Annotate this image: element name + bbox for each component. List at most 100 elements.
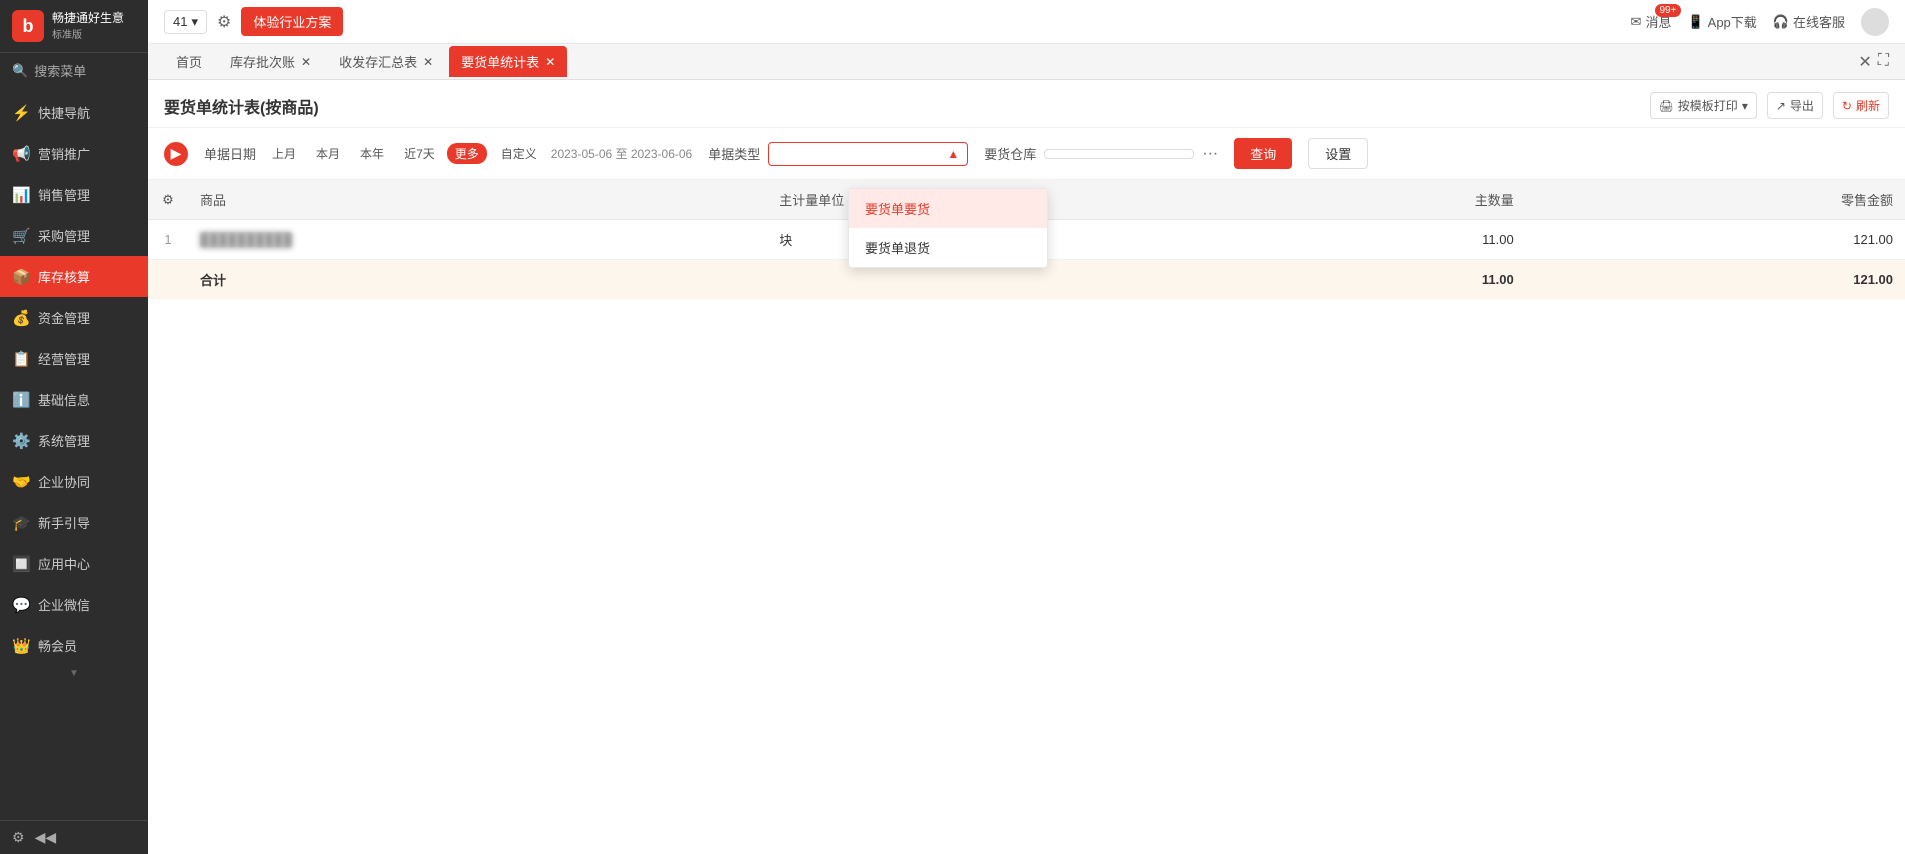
printer-icon: 🖨 bbox=[1659, 99, 1674, 113]
export-button[interactable]: ↗ 导出 bbox=[1767, 92, 1823, 119]
sidebar-item-基础信息[interactable]: ℹ️ 基础信息 bbox=[0, 379, 148, 420]
sidebar-bottom: ⚙ ◀◀ bbox=[0, 820, 148, 854]
messages-button[interactable]: ✉ 消息 99+ bbox=[1631, 12, 1672, 31]
print-label: 按模板打印 bbox=[1678, 97, 1738, 114]
main-area: 41 ▾ ⚙ 体验行业方案 ✉ 消息 99+ 📱 App下载 🎧 在线客服 bbox=[148, 0, 1905, 854]
warehouse-filter-group: 要货仓库 ··· bbox=[984, 144, 1218, 163]
restore-tab-action[interactable]: ⛶ bbox=[1878, 52, 1889, 72]
branch-selector[interactable]: 41 ▾ bbox=[164, 10, 207, 34]
tabs-actions: ✕ ⛶ bbox=[1858, 52, 1889, 72]
inventory-icon: 📦 bbox=[12, 268, 30, 286]
more-filters-icon[interactable]: ··· bbox=[1202, 145, 1218, 163]
sidebar-label: 基础信息 bbox=[38, 390, 90, 409]
tab-label: 收发存汇总表 bbox=[339, 52, 417, 71]
wechat-icon: 💬 bbox=[12, 596, 30, 614]
custom-date-btn[interactable]: 自定义 bbox=[495, 143, 543, 164]
type-filter-group: 单据类型 ▲ bbox=[708, 142, 968, 166]
search-label: 搜索菜单 bbox=[34, 61, 86, 80]
header-left: 41 ▾ ⚙ 体验行业方案 bbox=[164, 7, 343, 36]
app-download-label: App下载 bbox=[1708, 12, 1757, 31]
settings-button[interactable]: 设置 bbox=[1308, 138, 1368, 169]
dropdown-item-要货单退货[interactable]: 要货单退货 bbox=[849, 228, 1047, 267]
more-dates-btn[interactable]: 更多 bbox=[447, 143, 487, 164]
sidebar-item-畅会员[interactable]: 👑 畅会员 bbox=[0, 625, 148, 666]
export-label: 导出 bbox=[1790, 97, 1814, 114]
sidebar-item-快捷导航[interactable]: ⚡ 快捷导航 bbox=[0, 92, 148, 133]
tab-close-icon[interactable]: ✕ bbox=[423, 55, 433, 69]
finance-icon: 💰 bbox=[12, 309, 30, 327]
sidebar-item-系统管理[interactable]: ⚙️ 系统管理 bbox=[0, 420, 148, 461]
gear-bottom-icon[interactable]: ⚙ bbox=[12, 829, 25, 846]
sidebar-item-资金管理[interactable]: 💰 资金管理 bbox=[0, 297, 148, 338]
filter-bar: ▶ 单据日期 上月 本月 本年 近7天 更多 自定义 2023-05-06 至 … bbox=[148, 128, 1905, 180]
total-empty-1 bbox=[148, 260, 188, 300]
tab-order-stats[interactable]: 要货单统计表 ✕ bbox=[449, 46, 567, 77]
refresh-button[interactable]: ↻ 刷新 bbox=[1833, 92, 1889, 119]
online-service-button[interactable]: 🎧 在线客服 bbox=[1773, 12, 1845, 31]
phone-icon: 📱 bbox=[1687, 14, 1703, 30]
info-icon: ℹ️ bbox=[12, 391, 30, 409]
sidebar-label: 畅会员 bbox=[38, 636, 77, 655]
online-service-label: 在线客服 bbox=[1793, 12, 1845, 31]
header-settings-icon[interactable]: ⚙ bbox=[217, 12, 231, 32]
col-settings[interactable]: ⚙ bbox=[148, 180, 188, 220]
product-name: ██████████ bbox=[200, 232, 292, 247]
close-tab-action[interactable]: ✕ bbox=[1858, 52, 1871, 72]
sidebar-item-库存核算[interactable]: 📦 库存核算 bbox=[0, 256, 148, 297]
sidebar-search[interactable]: 🔍 搜索菜单 bbox=[0, 53, 148, 88]
sidebar-item-销售管理[interactable]: 📊 销售管理 bbox=[0, 174, 148, 215]
sidebar-item-采购管理[interactable]: 🛒 采购管理 bbox=[0, 215, 148, 256]
message-icon: ✉ bbox=[1631, 14, 1642, 30]
collapse-icon[interactable]: ◀◀ bbox=[35, 829, 57, 846]
management-icon: 📋 bbox=[12, 350, 30, 368]
tab-receive-summary[interactable]: 收发存汇总表 ✕ bbox=[327, 46, 445, 77]
filter-expand-button[interactable]: ▶ bbox=[164, 142, 188, 166]
page-content: 要货单统计表(按商品) 🖨 按模板打印 ▾ ↗ 导出 ↻ 刷新 ▶ bbox=[148, 80, 1905, 854]
logo-icon: b bbox=[12, 10, 44, 42]
sidebar-label: 营销推广 bbox=[38, 144, 90, 163]
type-select-arrow-up-icon: ▲ bbox=[947, 147, 959, 161]
guide-icon: 🎓 bbox=[12, 514, 30, 532]
export-icon: ↗ bbox=[1776, 99, 1786, 113]
industry-button[interactable]: 体验行业方案 bbox=[241, 7, 343, 36]
refresh-icon: ↻ bbox=[1842, 99, 1852, 113]
sidebar-item-营销推广[interactable]: 📢 营销推广 bbox=[0, 133, 148, 174]
this-year-btn[interactable]: 本年 bbox=[352, 143, 392, 164]
refresh-label: 刷新 bbox=[1856, 97, 1880, 114]
dropdown-item-label: 要货单要货 bbox=[865, 202, 930, 217]
dropdown-item-label: 要货单退货 bbox=[865, 241, 930, 256]
query-button[interactable]: 查询 bbox=[1234, 138, 1292, 169]
last-month-btn[interactable]: 上月 bbox=[264, 143, 304, 164]
sidebar-label: 快捷导航 bbox=[38, 103, 90, 122]
warehouse-select[interactable] bbox=[1044, 149, 1194, 159]
date-filter-group: 单据日期 上月 本月 本年 近7天 更多 自定义 2023-05-06 至 20… bbox=[204, 143, 692, 164]
dropdown-item-要货单要货[interactable]: 要货单要货 bbox=[849, 189, 1047, 228]
sidebar-item-新手引导[interactable]: 🎓 新手引导 bbox=[0, 502, 148, 543]
last-7days-btn[interactable]: 近7天 bbox=[396, 143, 443, 164]
tab-close-icon[interactable]: ✕ bbox=[545, 55, 555, 69]
total-label: 合计 bbox=[188, 260, 767, 300]
sidebar-scroll-down[interactable]: ▼ bbox=[0, 666, 148, 681]
sidebar-label: 企业微信 bbox=[38, 595, 90, 614]
system-icon: ⚙️ bbox=[12, 432, 30, 450]
sidebar-item-企业微信[interactable]: 💬 企业微信 bbox=[0, 584, 148, 625]
tab-home[interactable]: 首页 bbox=[164, 46, 214, 77]
purchase-icon: 🛒 bbox=[12, 227, 30, 245]
app-download-button[interactable]: 📱 App下载 bbox=[1687, 12, 1756, 31]
total-quantity: 11.00 bbox=[1211, 260, 1525, 300]
type-select[interactable]: ▲ bbox=[768, 142, 968, 166]
tab-close-icon[interactable]: ✕ bbox=[301, 55, 311, 69]
nav-icon: ⚡ bbox=[12, 104, 30, 122]
tab-batch-account[interactable]: 库存批次账 ✕ bbox=[218, 46, 323, 77]
print-button[interactable]: 🖨 按模板打印 ▾ bbox=[1650, 92, 1757, 119]
tab-label: 库存批次账 bbox=[230, 52, 295, 71]
tab-label: 要货单统计表 bbox=[461, 52, 539, 71]
date-filter-label: 单据日期 bbox=[204, 144, 256, 163]
type-dropdown: 要货单要货 要货单退货 bbox=[848, 188, 1048, 268]
user-avatar[interactable] bbox=[1861, 8, 1889, 36]
this-month-btn[interactable]: 本月 bbox=[308, 143, 348, 164]
headset-icon: 🎧 bbox=[1773, 14, 1789, 30]
sidebar-item-应用中心[interactable]: 🔲 应用中心 bbox=[0, 543, 148, 584]
sidebar-item-企业协同[interactable]: 🤝 企业协同 bbox=[0, 461, 148, 502]
sidebar-item-经营管理[interactable]: 📋 经营管理 bbox=[0, 338, 148, 379]
